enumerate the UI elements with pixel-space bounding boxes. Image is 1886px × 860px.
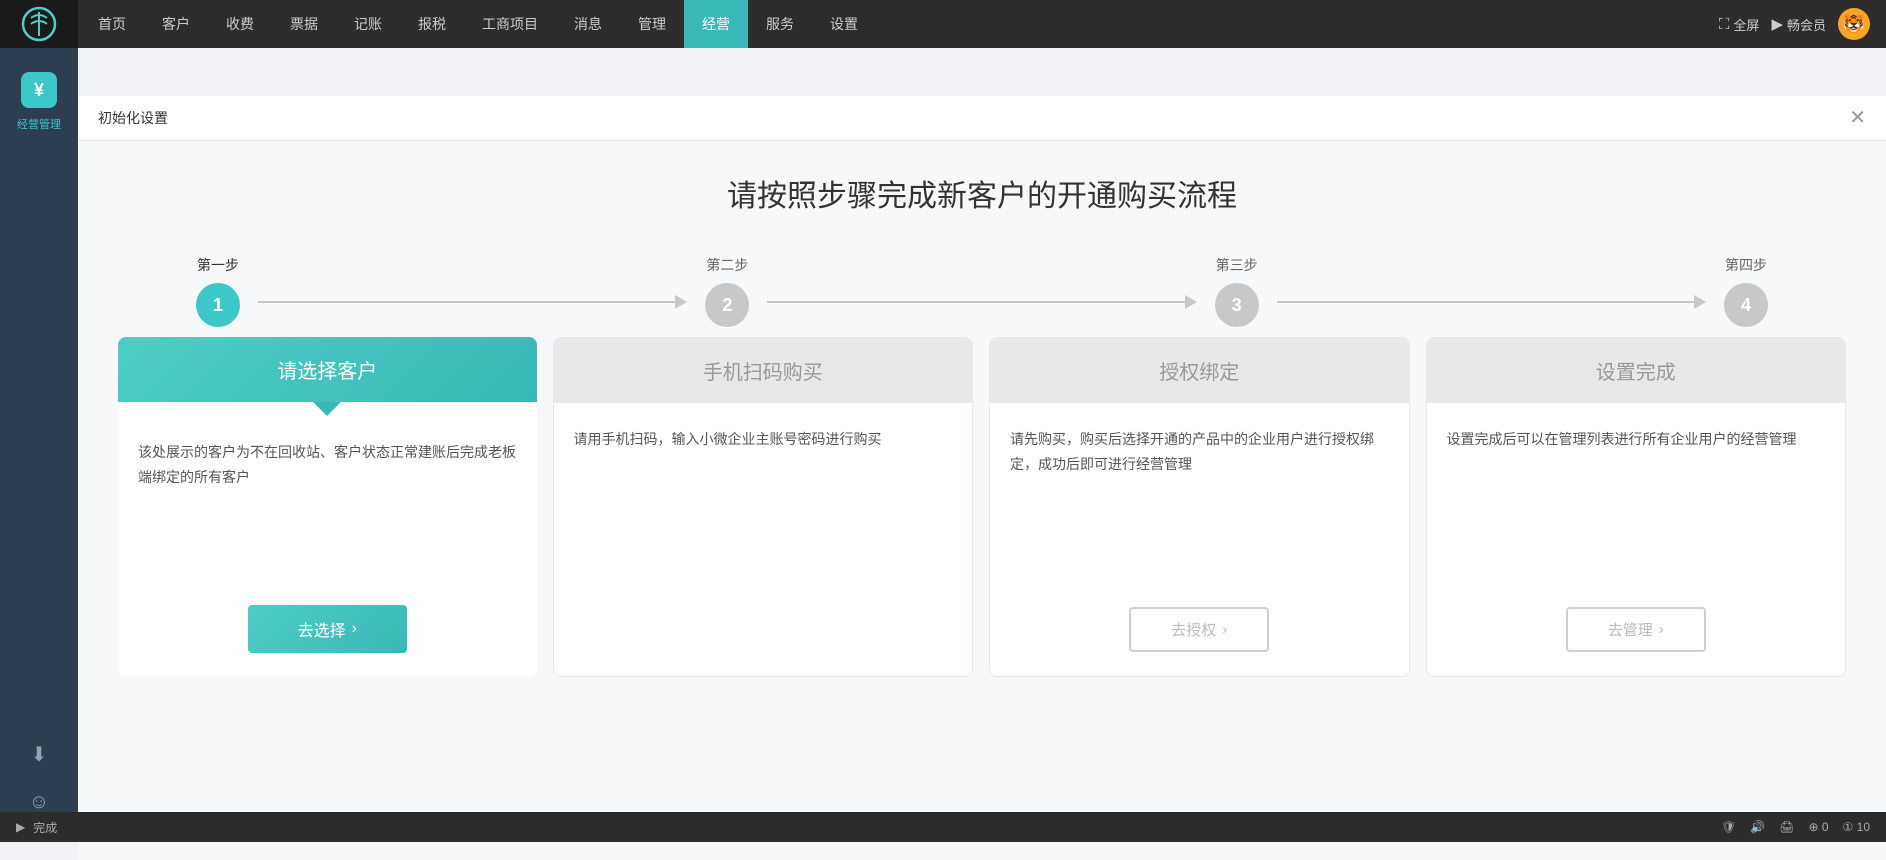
connector-arrow: [1185, 295, 1197, 309]
step-1-circle: 1: [196, 283, 240, 327]
step-1-action-button[interactable]: 去选择 ›: [248, 605, 407, 653]
nav-management[interactable]: 管理: [620, 0, 684, 48]
connector-arrow: [675, 295, 687, 309]
step-card-4: 设置完成 设置完成后可以在管理列表进行所有企业用户的经营管理 去管理 ›: [1426, 337, 1847, 677]
card-3-body: 请先购买，购买后选择开通的产品中的企业用户进行授权绑定，成功后即可进行经营管理: [990, 403, 1409, 591]
steps-visual: 第一步 1 第二步 2 第三步 3: [118, 255, 1846, 327]
breadcrumb-bar: 初始化设置 ✕: [78, 96, 1886, 141]
nav-operations[interactable]: 经营: [684, 0, 748, 48]
status-bar-right: 🛡 🔊 🖨 ⊕ 0 ① 10: [1721, 820, 1870, 834]
nav-client[interactable]: 客户: [144, 0, 208, 48]
card-1-arrow: [313, 402, 341, 416]
step-3-circle: 3: [1215, 283, 1259, 327]
sidebar-item-operations[interactable]: ¥ 经营管理: [0, 58, 78, 142]
step-4-circle: 4: [1724, 283, 1768, 327]
step-4-node: 第四步 4: [1706, 255, 1786, 327]
print-icon: 🖨: [1779, 820, 1794, 834]
connector-arrow: [1694, 295, 1706, 309]
nav-service[interactable]: 服务: [748, 0, 812, 48]
step-1-label: 第一步: [197, 255, 239, 275]
info-count: ① 10: [1843, 820, 1870, 834]
page-content: 请按照步骤完成新客户的开通购买流程 第一步 1 第二步 2: [78, 141, 1886, 707]
card-2-body: 请用手机扫码，输入小微企业主账号密码进行购买: [554, 403, 973, 636]
breadcrumb-text: 初始化设置: [98, 108, 168, 128]
card-1-header: 请选择客户: [118, 337, 537, 402]
card-3-footer: 去授权 ›: [990, 591, 1409, 676]
operations-icon: ¥: [21, 72, 57, 108]
step-2-circle: 2: [705, 283, 749, 327]
main-content: 初始化设置 ✕ 请按照步骤完成新客户的开通购买流程 第一步 1 第二步 2: [78, 96, 1886, 860]
status-bar: ▶ 完成 🛡 🔊 🖨 ⊕ 0 ① 10: [0, 812, 1886, 842]
card-2-footer: [554, 636, 973, 676]
card-4-header: 设置完成: [1427, 338, 1846, 403]
connector-2-3: [767, 295, 1196, 309]
nav-collection[interactable]: 收费: [208, 0, 272, 48]
cards-row: 请选择客户 该处展示的客户为不在回收站、客户状态正常建账后完成老板端绑定的所有客…: [118, 337, 1846, 677]
connector-3-4: [1277, 295, 1706, 309]
step-card-2: 手机扫码购买 请用手机扫码，输入小微企业主账号密码进行购买: [553, 337, 974, 677]
nav-message[interactable]: 消息: [556, 0, 620, 48]
nav-items: 首页 客户 收费 票据 记账 报税 工商项目 消息 管理 经营 服务 设置: [80, 0, 1719, 48]
step-2-node: 第二步 2: [687, 255, 767, 327]
card-1-footer: 去选择 ›: [118, 589, 537, 677]
nav-business[interactable]: 工商项目: [464, 0, 556, 48]
nav-tax[interactable]: 报税: [400, 0, 464, 48]
play-button[interactable]: ▶: [16, 820, 25, 834]
app-logo[interactable]: [0, 0, 78, 48]
step-2-label: 第二步: [706, 255, 748, 275]
notification-count: ⊕ 0: [1808, 820, 1828, 834]
card-4-footer: 去管理 ›: [1427, 591, 1846, 676]
shield-icon: 🛡: [1721, 820, 1736, 834]
close-button[interactable]: ✕: [1849, 108, 1866, 128]
step-card-1: 请选择客户 该处展示的客户为不在回收站、客户状态正常建账后完成老板端绑定的所有客…: [118, 337, 537, 677]
user-avatar[interactable]: 🐯: [1838, 8, 1870, 40]
step-4-label: 第四步: [1725, 255, 1767, 275]
volume-icon: 🔊: [1750, 820, 1765, 834]
step-3-label: 第三步: [1216, 255, 1258, 275]
nav-settings[interactable]: 设置: [812, 0, 876, 48]
nav-bookkeeping[interactable]: 记账: [336, 0, 400, 48]
connector-line: [1277, 301, 1694, 303]
nav-home[interactable]: 首页: [80, 0, 144, 48]
fullscreen-button[interactable]: ⛶ 全屏: [1719, 15, 1760, 34]
step-1-node: 第一步 1: [178, 255, 258, 327]
nav-invoice[interactable]: 票据: [272, 0, 336, 48]
step-3-node: 第三步 3: [1197, 255, 1277, 327]
nav-right-actions: ⛶ 全屏 ▶ 畅会员 🐯: [1719, 8, 1870, 40]
page-title: 请按照步骤完成新客户的开通购买流程: [118, 171, 1846, 215]
connector-1-2: [258, 295, 687, 309]
connector-line: [767, 301, 1184, 303]
sidebar-download[interactable]: ⬇: [0, 734, 78, 775]
card-2-header: 手机扫码购买: [554, 338, 973, 403]
vip-button[interactable]: ▶ 畅会员: [1771, 15, 1826, 34]
status-text: 完成: [33, 819, 57, 836]
top-navigation: 首页 客户 收费 票据 记账 报税 工商项目 消息 管理 经营 服务 设置 ⛶ …: [0, 0, 1886, 48]
card-3-header: 授权绑定: [990, 338, 1409, 403]
status-bar-left: ▶ 完成: [16, 819, 57, 836]
card-4-body: 设置完成后可以在管理列表进行所有企业用户的经营管理: [1427, 403, 1846, 591]
step-4-action-button[interactable]: 去管理 ›: [1566, 607, 1706, 652]
connector-line: [258, 301, 675, 303]
step-3-action-button[interactable]: 去授权 ›: [1129, 607, 1269, 652]
card-1-body: 该处展示的客户为不在回收站、客户状态正常建账后完成老板端绑定的所有客户: [118, 416, 537, 589]
left-sidebar: ¥ 经营管理 ⬇ ☺: [0, 48, 78, 842]
step-card-3: 授权绑定 请先购买，购买后选择开通的产品中的企业用户进行授权绑定，成功后即可进行…: [989, 337, 1410, 677]
